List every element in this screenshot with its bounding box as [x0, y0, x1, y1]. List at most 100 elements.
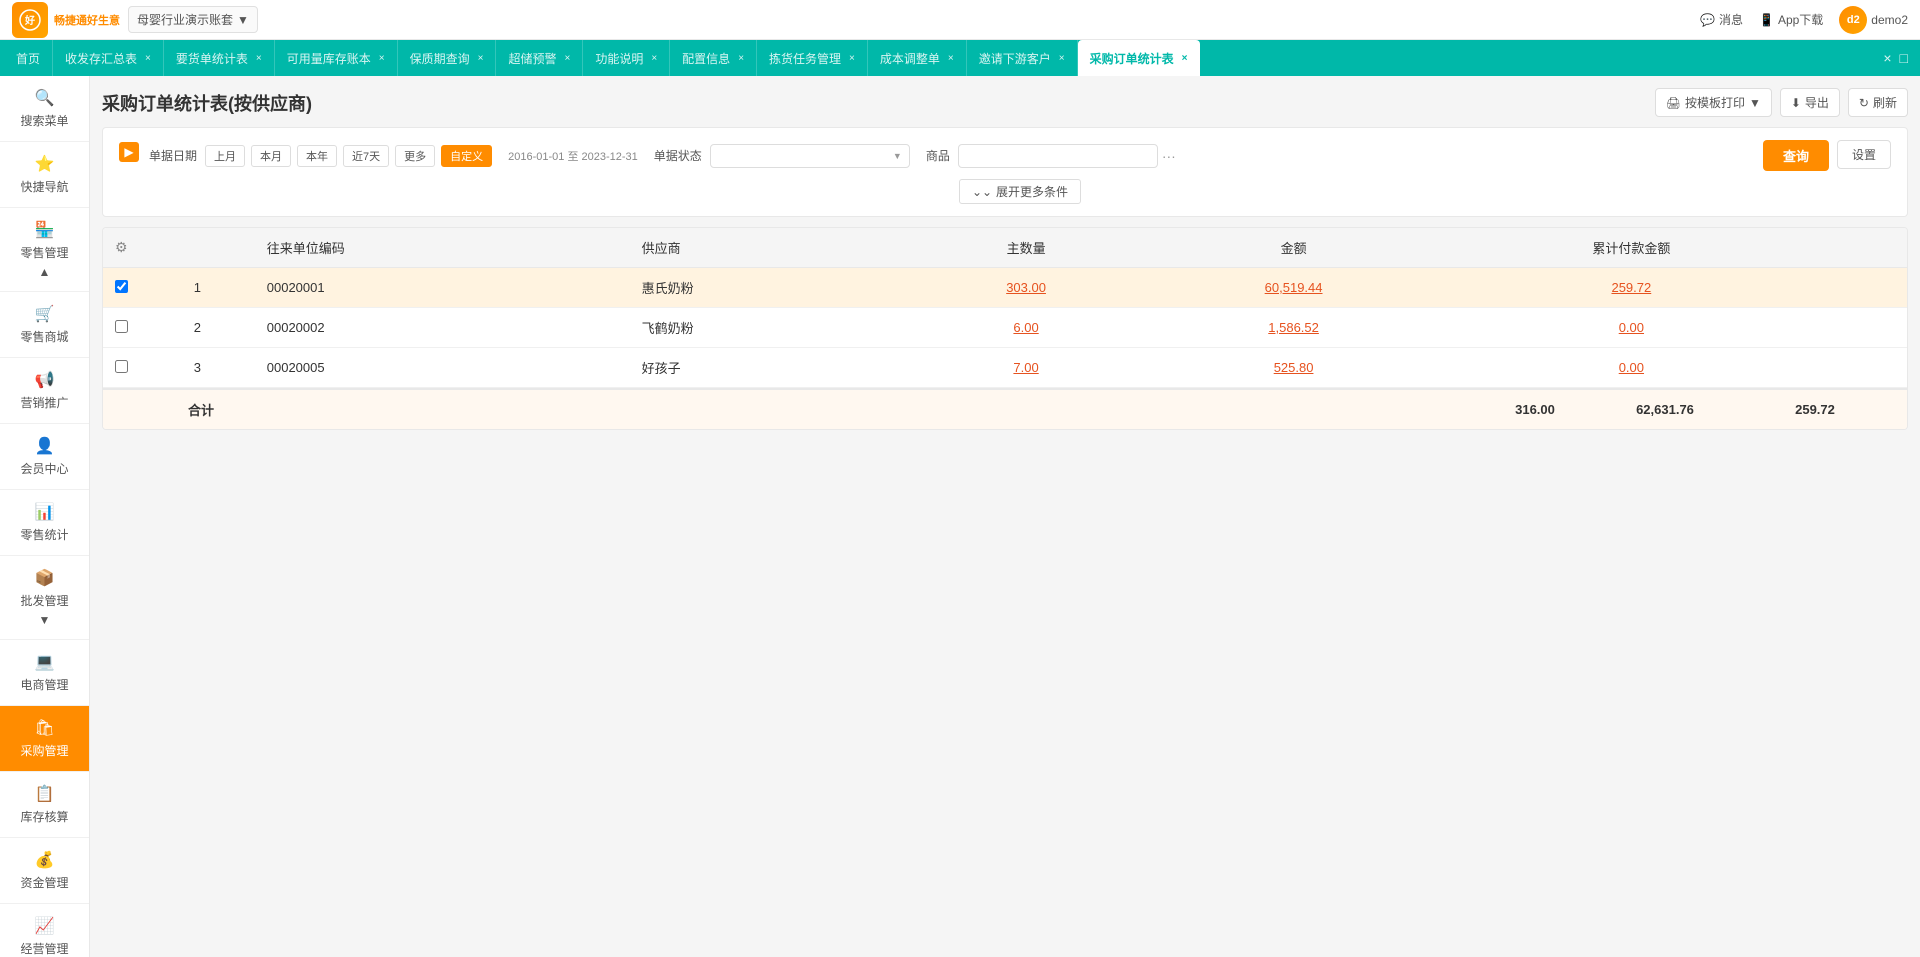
template-print-btn[interactable]: 🖨 按模板打印 ▼	[1655, 88, 1772, 117]
table-row[interactable]: 1 00020001 惠氏奶粉 303.00 60,519.44 259.72	[103, 268, 1907, 308]
data-table: ⚙ 往来单位编码 供应商 主数量 金额 累计付款金额 1 00020001	[103, 228, 1907, 388]
row-paid-amount[interactable]: 0.00	[1444, 348, 1819, 388]
th-partner-code: 往来单位编码	[255, 228, 630, 268]
sidebar-item-quick-nav[interactable]: ⭐ 快捷导航	[0, 142, 89, 208]
app-download-label: App下载	[1778, 11, 1823, 28]
tab-home[interactable]: 首页	[4, 40, 53, 76]
row-checkbox[interactable]	[115, 280, 128, 293]
app-download-btn[interactable]: 📱 App下载	[1759, 11, 1823, 28]
shortcut-7days[interactable]: 近7天	[343, 145, 389, 167]
close-icon[interactable]: ×	[379, 53, 385, 64]
tab-overstock-warning[interactable]: 超储预警 ×	[496, 40, 583, 76]
quantity-link[interactable]: 303.00	[1006, 280, 1046, 295]
sidebar-item-retail-mgmt[interactable]: 🏪 零售管理 ▲	[0, 208, 89, 292]
sidebar-item-retail-mall[interactable]: 🛒 零售商城	[0, 292, 89, 358]
tab-available-inventory[interactable]: 可用量库存账本 ×	[275, 40, 398, 76]
amount-link[interactable]: 525.80	[1274, 360, 1314, 375]
th-amount: 金额	[1143, 228, 1444, 268]
table-row[interactable]: 2 00020002 飞鹤奶粉 6.00 1,586.52 0.00	[103, 308, 1907, 348]
sidebar-item-members[interactable]: 👤 会员中心	[0, 424, 89, 490]
status-select-wrapper	[710, 144, 910, 168]
sidebar-item-finance[interactable]: 💰 资金管理	[0, 838, 89, 904]
message-btn[interactable]: 💬 消息	[1700, 11, 1743, 28]
expand-more-btn[interactable]: ⌄⌄ 展开更多条件	[959, 179, 1081, 204]
amount-link[interactable]: 1,586.52	[1268, 320, 1319, 335]
sidebar-item-operations[interactable]: 📈 经营管理	[0, 904, 89, 957]
close-icon[interactable]: ×	[145, 53, 151, 64]
table-row[interactable]: 3 00020005 好孩子 7.00 525.80 0.00	[103, 348, 1907, 388]
sidebar-item-ecommerce[interactable]: 💻 电商管理	[0, 640, 89, 706]
close-icon[interactable]: ×	[478, 53, 484, 64]
column-settings-icon[interactable]: ⚙	[115, 239, 128, 255]
tab-invite-downstream[interactable]: 邀请下游客户 ×	[967, 40, 1078, 76]
status-select[interactable]	[710, 144, 910, 168]
tab-config-info[interactable]: 配置信息 ×	[670, 40, 757, 76]
tab-requisition-stats[interactable]: 要货单统计表 ×	[164, 40, 275, 76]
restore-window-btn[interactable]: □	[1900, 50, 1908, 66]
row-paid-amount[interactable]: 259.72	[1444, 268, 1819, 308]
close-icon[interactable]: ×	[948, 53, 954, 64]
row-checkbox-cell[interactable]	[103, 308, 140, 348]
row-amount[interactable]: 60,519.44	[1143, 268, 1444, 308]
paid-amount-link[interactable]: 0.00	[1619, 320, 1644, 335]
close-icon[interactable]: ×	[849, 53, 855, 64]
row-quantity[interactable]: 7.00	[909, 348, 1143, 388]
row-checkbox[interactable]	[115, 320, 128, 333]
settings-btn[interactable]: 设置	[1837, 140, 1891, 169]
quantity-link[interactable]: 6.00	[1013, 320, 1038, 335]
footer-values: 316.00 62,631.76 259.72	[295, 402, 1895, 417]
row-amount[interactable]: 525.80	[1143, 348, 1444, 388]
row-index: 2	[140, 308, 255, 348]
row-quantity[interactable]: 303.00	[909, 268, 1143, 308]
more-options-icon[interactable]: ···	[1162, 148, 1176, 164]
close-icon[interactable]: ×	[564, 53, 570, 64]
row-quantity[interactable]: 6.00	[909, 308, 1143, 348]
tab-collection-summary[interactable]: 收发存汇总表 ×	[53, 40, 164, 76]
close-icon[interactable]: ×	[1059, 53, 1065, 64]
shortcut-more[interactable]: 更多	[395, 145, 435, 167]
shortcut-this-month[interactable]: 本月	[251, 145, 291, 167]
retail-icon: 🏪	[35, 220, 55, 240]
close-icon[interactable]: ×	[738, 53, 744, 64]
sidebar-item-label: 库存核算	[20, 808, 68, 825]
shortcut-custom[interactable]: 自定义	[441, 145, 492, 167]
close-icon[interactable]: ×	[651, 53, 657, 64]
query-btn[interactable]: 查询	[1763, 140, 1829, 171]
close-window-btn[interactable]: ×	[1883, 50, 1891, 66]
row-supplier: 好孩子	[630, 348, 909, 388]
row-checkbox[interactable]	[115, 360, 128, 373]
th-quantity: 主数量	[909, 228, 1143, 268]
export-btn[interactable]: ⬇ 导出	[1780, 88, 1840, 117]
paid-amount-link[interactable]: 259.72	[1611, 280, 1651, 295]
sidebar-item-inventory[interactable]: 📋 库存核算	[0, 772, 89, 838]
workspace-selector[interactable]: 母婴行业演示账套 ▼	[128, 6, 258, 33]
tab-function-desc[interactable]: 功能说明 ×	[583, 40, 670, 76]
quantity-link[interactable]: 7.00	[1013, 360, 1038, 375]
filter-toggle-btn[interactable]: ▶	[119, 142, 139, 162]
row-checkbox-cell[interactable]	[103, 348, 140, 388]
filter-row-1: 单据日期 上月 本月 本年 近7天 更多 自定义 2016-01-0	[149, 140, 1891, 171]
tab-purchase-order-stats[interactable]: 采购订单统计表 ×	[1078, 40, 1201, 76]
paid-amount-link[interactable]: 0.00	[1619, 360, 1644, 375]
user-area[interactable]: d2 demo2	[1839, 6, 1908, 34]
sidebar-item-wholesale[interactable]: 📦 批发管理 ▼	[0, 556, 89, 640]
sidebar-item-retail-stats[interactable]: 📊 零售统计	[0, 490, 89, 556]
amount-link[interactable]: 60,519.44	[1265, 280, 1323, 295]
row-paid-amount[interactable]: 0.00	[1444, 308, 1819, 348]
shortcut-this-year[interactable]: 本年	[297, 145, 337, 167]
tab-cost-adjustment[interactable]: 成本调整单 ×	[868, 40, 967, 76]
close-icon[interactable]: ×	[1182, 53, 1188, 64]
ecommerce-icon: 💻	[35, 652, 55, 672]
refresh-btn[interactable]: ↻ 刷新	[1848, 88, 1908, 117]
sidebar-item-search[interactable]: 🔍 搜索菜单	[0, 76, 89, 142]
shortcut-last-month[interactable]: 上月	[205, 145, 245, 167]
tab-picking-tasks[interactable]: 拣货任务管理 ×	[757, 40, 868, 76]
sidebar-item-marketing[interactable]: 📢 营销推广	[0, 358, 89, 424]
row-amount[interactable]: 1,586.52	[1143, 308, 1444, 348]
th-settings[interactable]: ⚙	[103, 228, 140, 268]
sidebar-item-purchase[interactable]: 🛍 采购管理	[0, 706, 89, 772]
row-checkbox-cell[interactable]	[103, 268, 140, 308]
close-icon[interactable]: ×	[256, 53, 262, 64]
goods-input[interactable]	[958, 144, 1158, 168]
tab-expiry-query[interactable]: 保质期查询 ×	[398, 40, 497, 76]
